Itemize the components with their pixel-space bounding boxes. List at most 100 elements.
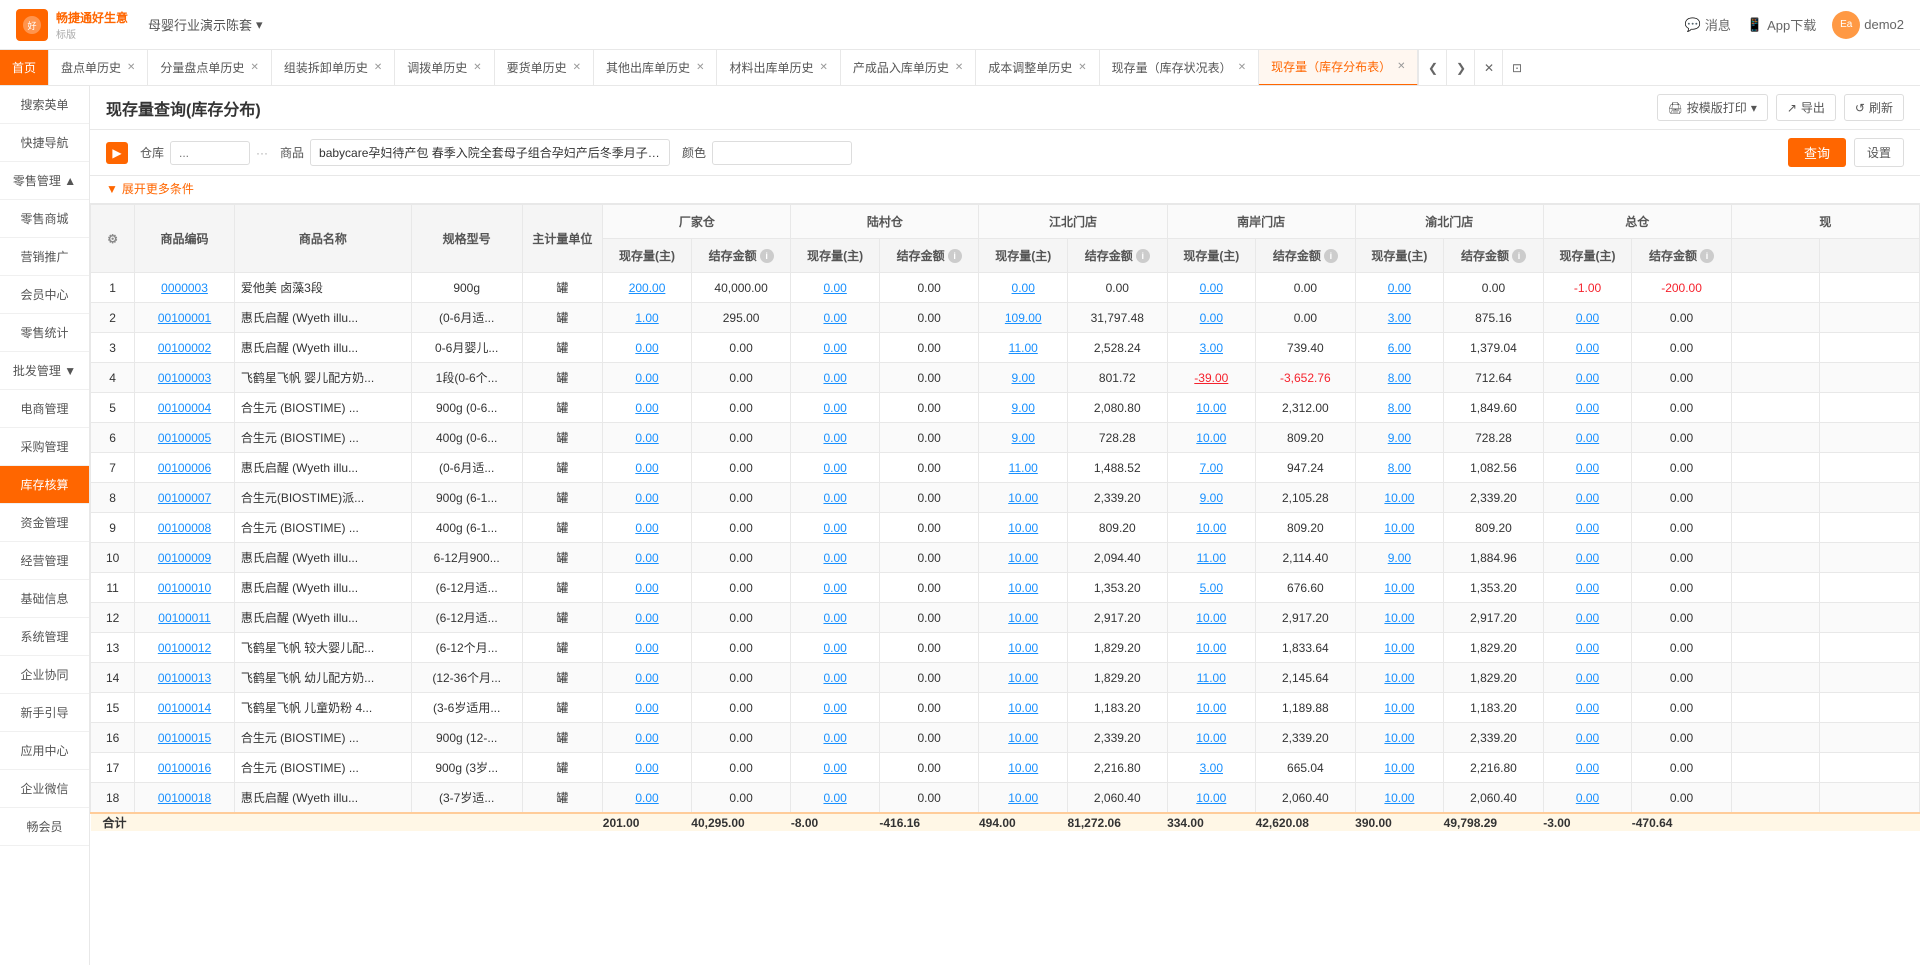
row-fj-qty[interactable]: 0.00 [603,363,692,393]
row-code[interactable]: 00100010 [135,573,235,603]
row-yb-qty[interactable]: 8.00 [1355,363,1444,393]
row-code[interactable]: 00100016 [135,753,235,783]
row-total-qty[interactable]: 0.00 [1543,393,1632,423]
tab-close-icon[interactable]: ✕ [374,62,382,73]
row-lc-qty[interactable]: 0.00 [791,453,880,483]
row-na-qty[interactable]: 10.00 [1167,513,1256,543]
sidebar-item-search[interactable]: 搜索英单 [0,86,89,124]
row-lc-qty[interactable]: 0.00 [791,423,880,453]
row-total-qty[interactable]: 0.00 [1543,603,1632,633]
info-icon[interactable]: i [1700,249,1714,263]
info-icon[interactable]: i [1324,249,1338,263]
row-jb-qty[interactable]: 0.00 [979,273,1068,303]
row-code[interactable]: 00100009 [135,543,235,573]
expand-conditions-btn[interactable]: ▼ 展开更多条件 [106,180,1904,197]
tab-home[interactable]: 首页 [0,50,49,86]
row-lc-qty[interactable]: 0.00 [791,633,880,663]
row-jb-qty[interactable]: 9.00 [979,363,1068,393]
sidebar-item-member[interactable]: 会员中心 [0,276,89,314]
row-jb-qty[interactable]: 10.00 [979,783,1068,814]
row-code[interactable]: 00100015 [135,723,235,753]
sidebar-item-guide[interactable]: 新手引导 [0,694,89,732]
sidebar-item-retail-stats[interactable]: 零售统计 [0,314,89,352]
row-fj-qty[interactable]: 0.00 [603,453,692,483]
row-na-qty[interactable]: 10.00 [1167,423,1256,453]
row-jb-qty[interactable]: 10.00 [979,663,1068,693]
row-code[interactable]: 00100002 [135,333,235,363]
row-fj-qty[interactable]: 0.00 [603,603,692,633]
row-fj-qty[interactable]: 1.00 [603,303,692,333]
sidebar-item-inventory[interactable]: 库存核算 [0,466,89,504]
row-total-qty[interactable]: 0.00 [1543,483,1632,513]
row-code[interactable]: 00100001 [135,303,235,333]
sidebar-item-retail-mgmt[interactable]: 零售管理 ▲ [0,162,89,200]
row-na-qty[interactable]: 10.00 [1167,633,1256,663]
tab-prev-btn[interactable]: ❮ [1418,50,1446,86]
row-total-qty[interactable]: 0.00 [1543,423,1632,453]
row-code[interactable]: 00100003 [135,363,235,393]
row-total-qty[interactable]: 0.00 [1543,663,1632,693]
row-code[interactable]: 00100007 [135,483,235,513]
row-na-qty[interactable]: 10.00 [1167,393,1256,423]
row-na-qty[interactable]: 7.00 [1167,453,1256,483]
row-yb-qty[interactable]: 10.00 [1355,633,1444,663]
sidebar-item-basic-info[interactable]: 基础信息 [0,580,89,618]
tab-assemble-history[interactable]: 组装拆卸单历史 ✕ [272,50,395,86]
tab-quantity-check-history[interactable]: 分量盘点单历史 ✕ [148,50,271,86]
settings-btn[interactable]: 设置 [1854,138,1904,167]
row-code[interactable]: 00100018 [135,783,235,814]
footer-yb-qty[interactable]: 390.00 [1355,813,1444,831]
row-code[interactable]: 00100005 [135,423,235,453]
refresh-btn[interactable]: ↺ 刷新 [1844,94,1904,121]
app-download-btn[interactable]: 📱 App下载 [1747,15,1816,34]
row-lc-qty[interactable]: 0.00 [791,693,880,723]
row-fj-qty[interactable]: 0.00 [603,693,692,723]
tab-close-icon[interactable]: ✕ [1397,61,1405,72]
row-code[interactable]: 00100004 [135,393,235,423]
row-jb-qty[interactable]: 10.00 [979,753,1068,783]
tab-next-btn[interactable]: ❯ [1446,50,1474,86]
row-total-qty[interactable]: 0.00 [1543,363,1632,393]
row-total-qty[interactable]: 0.00 [1543,783,1632,814]
tab-close-icon[interactable]: ✕ [473,62,481,73]
row-jb-qty[interactable]: 10.00 [979,633,1068,663]
row-yb-qty[interactable]: 3.00 [1355,303,1444,333]
row-jb-qty[interactable]: 10.00 [979,483,1068,513]
sidebar-item-app-center[interactable]: 应用中心 [0,732,89,770]
row-jb-qty[interactable]: 10.00 [979,543,1068,573]
warehouse-input[interactable] [170,141,250,165]
tab-close-icon[interactable]: ✕ [696,62,704,73]
row-code[interactable]: 00100013 [135,663,235,693]
tab-transfer-history[interactable]: 调拨单历史 ✕ [395,50,494,86]
row-lc-qty[interactable]: 0.00 [791,303,880,333]
row-fj-qty[interactable]: 0.00 [603,333,692,363]
sidebar-item-collaboration[interactable]: 企业协同 [0,656,89,694]
row-total-qty[interactable]: 0.00 [1543,633,1632,663]
row-yb-qty[interactable]: 9.00 [1355,543,1444,573]
tab-other-out-history[interactable]: 其他出库单历史 ✕ [594,50,717,86]
row-total-qty[interactable]: 0.00 [1543,723,1632,753]
row-na-qty[interactable]: -39.00 [1167,363,1256,393]
tab-request-history[interactable]: 要货单历史 ✕ [495,50,594,86]
row-code[interactable]: 00100012 [135,633,235,663]
row-yb-qty[interactable]: 0.00 [1355,273,1444,303]
sidebar-item-ecommerce[interactable]: 电商管理 [0,390,89,428]
tab-close-icon[interactable]: ✕ [819,62,827,73]
row-lc-qty[interactable]: 0.00 [791,723,880,753]
row-lc-qty[interactable]: 0.00 [791,663,880,693]
tab-stock-distribution[interactable]: 现存量（库存分布表） ✕ [1259,50,1418,86]
row-jb-qty[interactable]: 109.00 [979,303,1068,333]
row-na-qty[interactable]: 3.00 [1167,333,1256,363]
row-na-qty[interactable]: 9.00 [1167,483,1256,513]
tab-material-out-history[interactable]: 材料出库单历史 ✕ [717,50,840,86]
row-lc-qty[interactable]: 0.00 [791,363,880,393]
info-icon[interactable]: i [948,249,962,263]
row-lc-qty[interactable]: 0.00 [791,753,880,783]
row-na-qty[interactable]: 0.00 [1167,273,1256,303]
row-fj-qty[interactable]: 0.00 [603,783,692,814]
filter-toggle-btn[interactable]: ▶ [106,142,128,164]
row-na-qty[interactable]: 11.00 [1167,543,1256,573]
product-input[interactable]: babycare孕妇待产包 春季入院全套母子组合孕妇产后冬季月子用品 22件套 … [310,139,670,166]
print-btn[interactable]: 🖨 按模版打印 ▾ [1657,94,1768,121]
row-total-qty[interactable]: 0.00 [1543,303,1632,333]
